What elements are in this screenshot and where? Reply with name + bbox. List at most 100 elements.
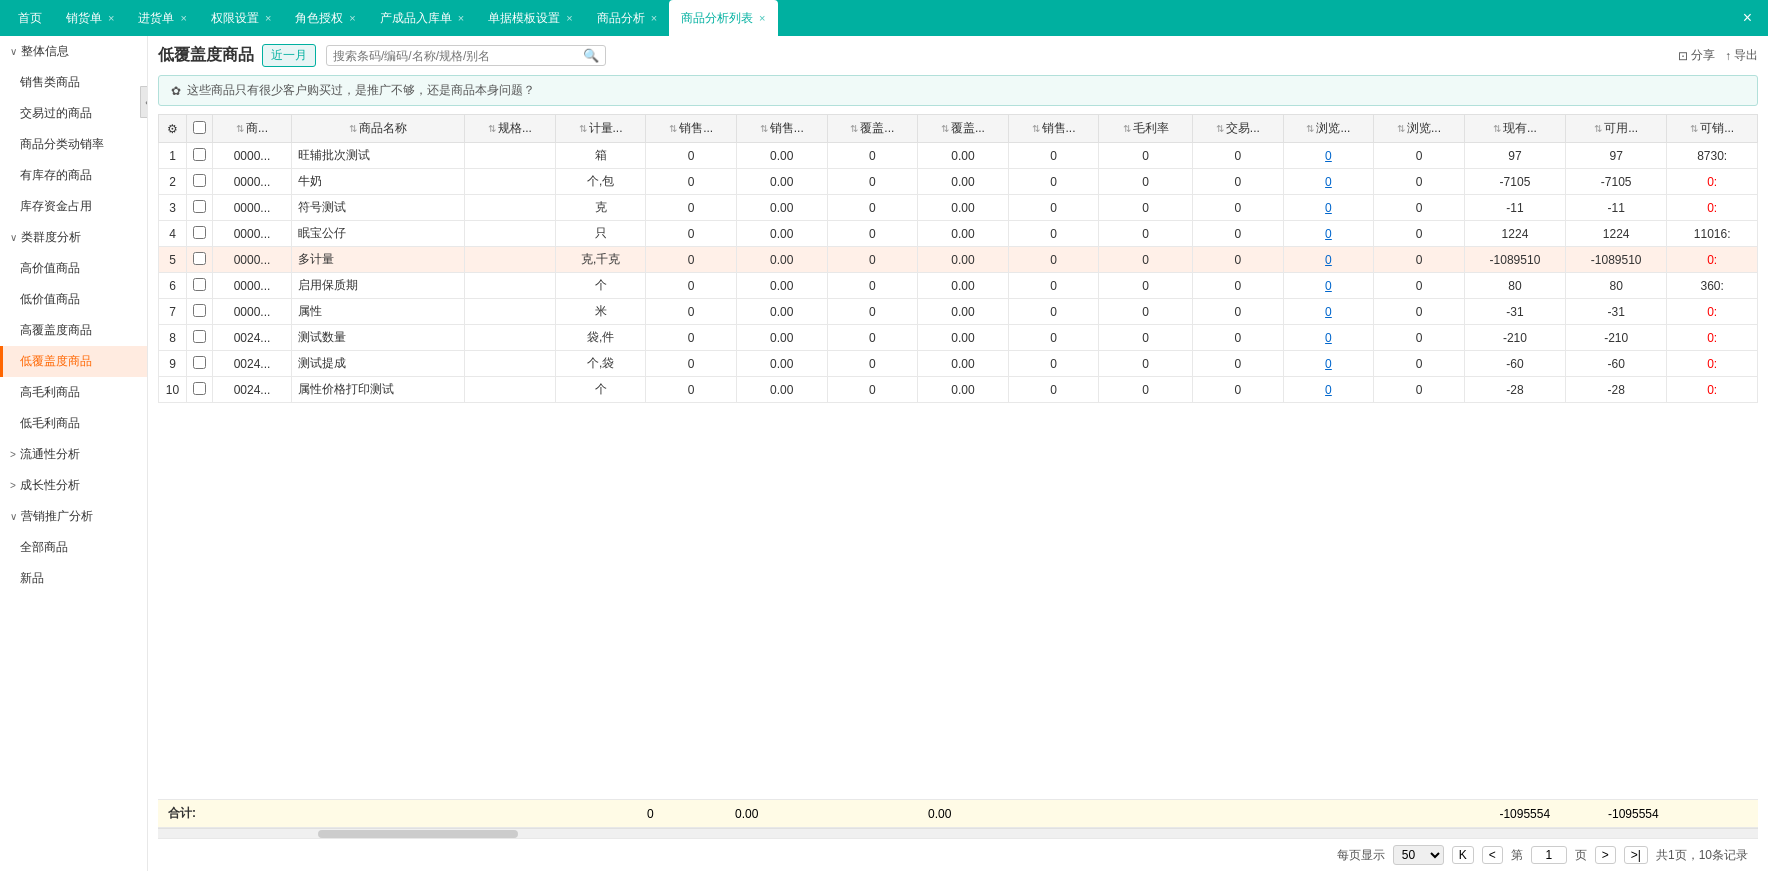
th-browse1[interactable]: ⇅浏览... <box>1283 115 1374 143</box>
row-checkbox[interactable] <box>193 330 206 343</box>
first-page-button[interactable]: K <box>1452 846 1474 864</box>
row-checkbox[interactable] <box>193 278 206 291</box>
nav-roles[interactable]: 角色授权 × <box>283 0 367 36</box>
cell-browse2: 0 <box>1374 351 1465 377</box>
browse-link[interactable]: 0 <box>1325 279 1332 293</box>
prev-page-button[interactable]: < <box>1482 846 1503 864</box>
browse-link[interactable]: 0 <box>1325 331 1332 345</box>
nav-analysis-close[interactable]: × <box>651 12 657 24</box>
th-unit[interactable]: ⇅计量... <box>555 115 646 143</box>
sidebar-item-category-rate[interactable]: 商品分类动销率 <box>0 129 147 160</box>
cell-checkbox[interactable] <box>187 221 213 247</box>
sidebar-item-low-value[interactable]: 低价值商品 <box>0 284 147 315</box>
row-checkbox[interactable] <box>193 200 206 213</box>
search-input[interactable] <box>333 49 583 63</box>
sidebar-item-traded-goods[interactable]: 交易过的商品 <box>0 98 147 129</box>
nav-template[interactable]: 单据模板设置 × <box>476 0 584 36</box>
nav-analysis-list[interactable]: 商品分析列表 × <box>669 0 777 36</box>
th-stock-current[interactable]: ⇅现有... <box>1464 115 1565 143</box>
sidebar-item-sales-goods[interactable]: 销售类商品 <box>0 67 147 98</box>
sidebar-item-new-goods[interactable]: 新品 <box>0 563 147 594</box>
th-stock-avail[interactable]: ⇅可用... <box>1566 115 1667 143</box>
cell-checkbox[interactable] <box>187 351 213 377</box>
browse-link[interactable]: 0 <box>1325 357 1332 371</box>
row-checkbox[interactable] <box>193 174 206 187</box>
th-spec[interactable]: ⇅规格... <box>465 115 556 143</box>
th-browse2[interactable]: ⇅浏览... <box>1374 115 1465 143</box>
sidebar-section-flow[interactable]: > 流通性分析 <box>0 439 147 470</box>
sidebar-section-growth[interactable]: > 成长性分析 <box>0 470 147 501</box>
th-cover1[interactable]: ⇅覆盖... <box>827 115 918 143</box>
browse-link[interactable]: 0 <box>1325 305 1332 319</box>
nav-roles-close[interactable]: × <box>349 12 355 24</box>
th-code[interactable]: ⇅商... <box>213 115 292 143</box>
sidebar-item-stocked-goods[interactable]: 有库存的商品 <box>0 160 147 191</box>
next-page-button[interactable]: > <box>1595 846 1616 864</box>
page-number-input[interactable] <box>1531 846 1567 864</box>
th-checkbox <box>187 115 213 143</box>
cell-checkbox[interactable] <box>187 143 213 169</box>
sidebar-section-cluster[interactable]: ∨ 类群度分析 <box>0 222 147 253</box>
nav-sales[interactable]: 销货单 × <box>54 0 126 36</box>
last-page-button[interactable]: >| <box>1624 846 1648 864</box>
close-all-button[interactable]: × <box>1733 9 1762 27</box>
sidebar-section-overview[interactable]: ∨ 整体信息 <box>0 36 147 67</box>
th-settings[interactable]: ⚙ <box>159 115 187 143</box>
table-wrapper[interactable]: ⚙ ⇅商... ⇅商品名称 ⇅规格... ⇅计量... ⇅销售... ⇅销售..… <box>158 114 1758 799</box>
sidebar-item-low-margin[interactable]: 低毛利商品 <box>0 408 147 439</box>
th-cover2[interactable]: ⇅覆盖... <box>918 115 1009 143</box>
sidebar-item-high-margin[interactable]: 高毛利商品 <box>0 377 147 408</box>
horizontal-scrollbar[interactable] <box>158 828 1758 838</box>
th-name[interactable]: ⇅商品名称 <box>291 115 464 143</box>
sidebar-section-marketing[interactable]: ∨ 营销推广分析 <box>0 501 147 532</box>
cell-checkbox[interactable] <box>187 247 213 273</box>
row-checkbox[interactable] <box>193 382 206 395</box>
cell-checkbox[interactable] <box>187 195 213 221</box>
browse-link[interactable]: 0 <box>1325 201 1332 215</box>
browse-link[interactable]: 0 <box>1325 253 1332 267</box>
row-checkbox[interactable] <box>193 356 206 369</box>
scrollbar-thumb[interactable] <box>318 830 518 838</box>
date-filter-button[interactable]: 近一月 <box>262 44 316 67</box>
row-checkbox[interactable] <box>193 304 206 317</box>
nav-purchase-close[interactable]: × <box>180 12 186 24</box>
th-trade[interactable]: ⇅交易... <box>1193 115 1284 143</box>
th-gross-rate[interactable]: ⇅毛利率 <box>1099 115 1193 143</box>
cell-checkbox[interactable] <box>187 377 213 403</box>
th-sales3[interactable]: ⇅销售... <box>1008 115 1099 143</box>
sidebar-item-all-goods[interactable]: 全部商品 <box>0 532 147 563</box>
th-stock-sale[interactable]: ⇅可销... <box>1667 115 1758 143</box>
browse-link[interactable]: 0 <box>1325 227 1332 241</box>
th-sales-amt[interactable]: ⇅销售... <box>736 115 827 143</box>
sidebar-collapse-button[interactable]: « <box>140 86 148 118</box>
nav-analysis-list-close[interactable]: × <box>759 12 765 24</box>
cell-checkbox[interactable] <box>187 325 213 351</box>
nav-warehouse-close[interactable]: × <box>458 12 464 24</box>
select-all-checkbox[interactable] <box>193 121 206 134</box>
nav-warehouse[interactable]: 产成品入库单 × <box>368 0 476 36</box>
browse-link[interactable]: 0 <box>1325 149 1332 163</box>
row-checkbox[interactable] <box>193 226 206 239</box>
nav-permissions-close[interactable]: × <box>265 12 271 24</box>
th-sales-qty[interactable]: ⇅销售... <box>646 115 737 143</box>
sidebar-item-capital-occupation[interactable]: 库存资金占用 <box>0 191 147 222</box>
nav-permissions[interactable]: 权限设置 × <box>199 0 283 36</box>
cell-checkbox[interactable] <box>187 169 213 195</box>
export-button[interactable]: ↑ 导出 <box>1725 47 1758 64</box>
cell-checkbox[interactable] <box>187 299 213 325</box>
row-checkbox[interactable] <box>193 252 206 265</box>
sidebar-item-high-value[interactable]: 高价值商品 <box>0 253 147 284</box>
share-button[interactable]: ⊡ 分享 <box>1678 47 1715 64</box>
nav-analysis[interactable]: 商品分析 × <box>585 0 669 36</box>
cell-checkbox[interactable] <box>187 273 213 299</box>
nav-home[interactable]: 首页 <box>6 0 54 36</box>
row-checkbox[interactable] <box>193 148 206 161</box>
browse-link[interactable]: 0 <box>1325 383 1332 397</box>
per-page-select[interactable]: 50 100 200 <box>1393 845 1444 865</box>
sidebar-item-high-coverage[interactable]: 高覆盖度商品 <box>0 315 147 346</box>
browse-link[interactable]: 0 <box>1325 175 1332 189</box>
nav-sales-close[interactable]: × <box>108 12 114 24</box>
sidebar-item-low-coverage[interactable]: 低覆盖度商品 <box>0 346 147 377</box>
nav-template-close[interactable]: × <box>566 12 572 24</box>
nav-purchase[interactable]: 进货单 × <box>126 0 198 36</box>
